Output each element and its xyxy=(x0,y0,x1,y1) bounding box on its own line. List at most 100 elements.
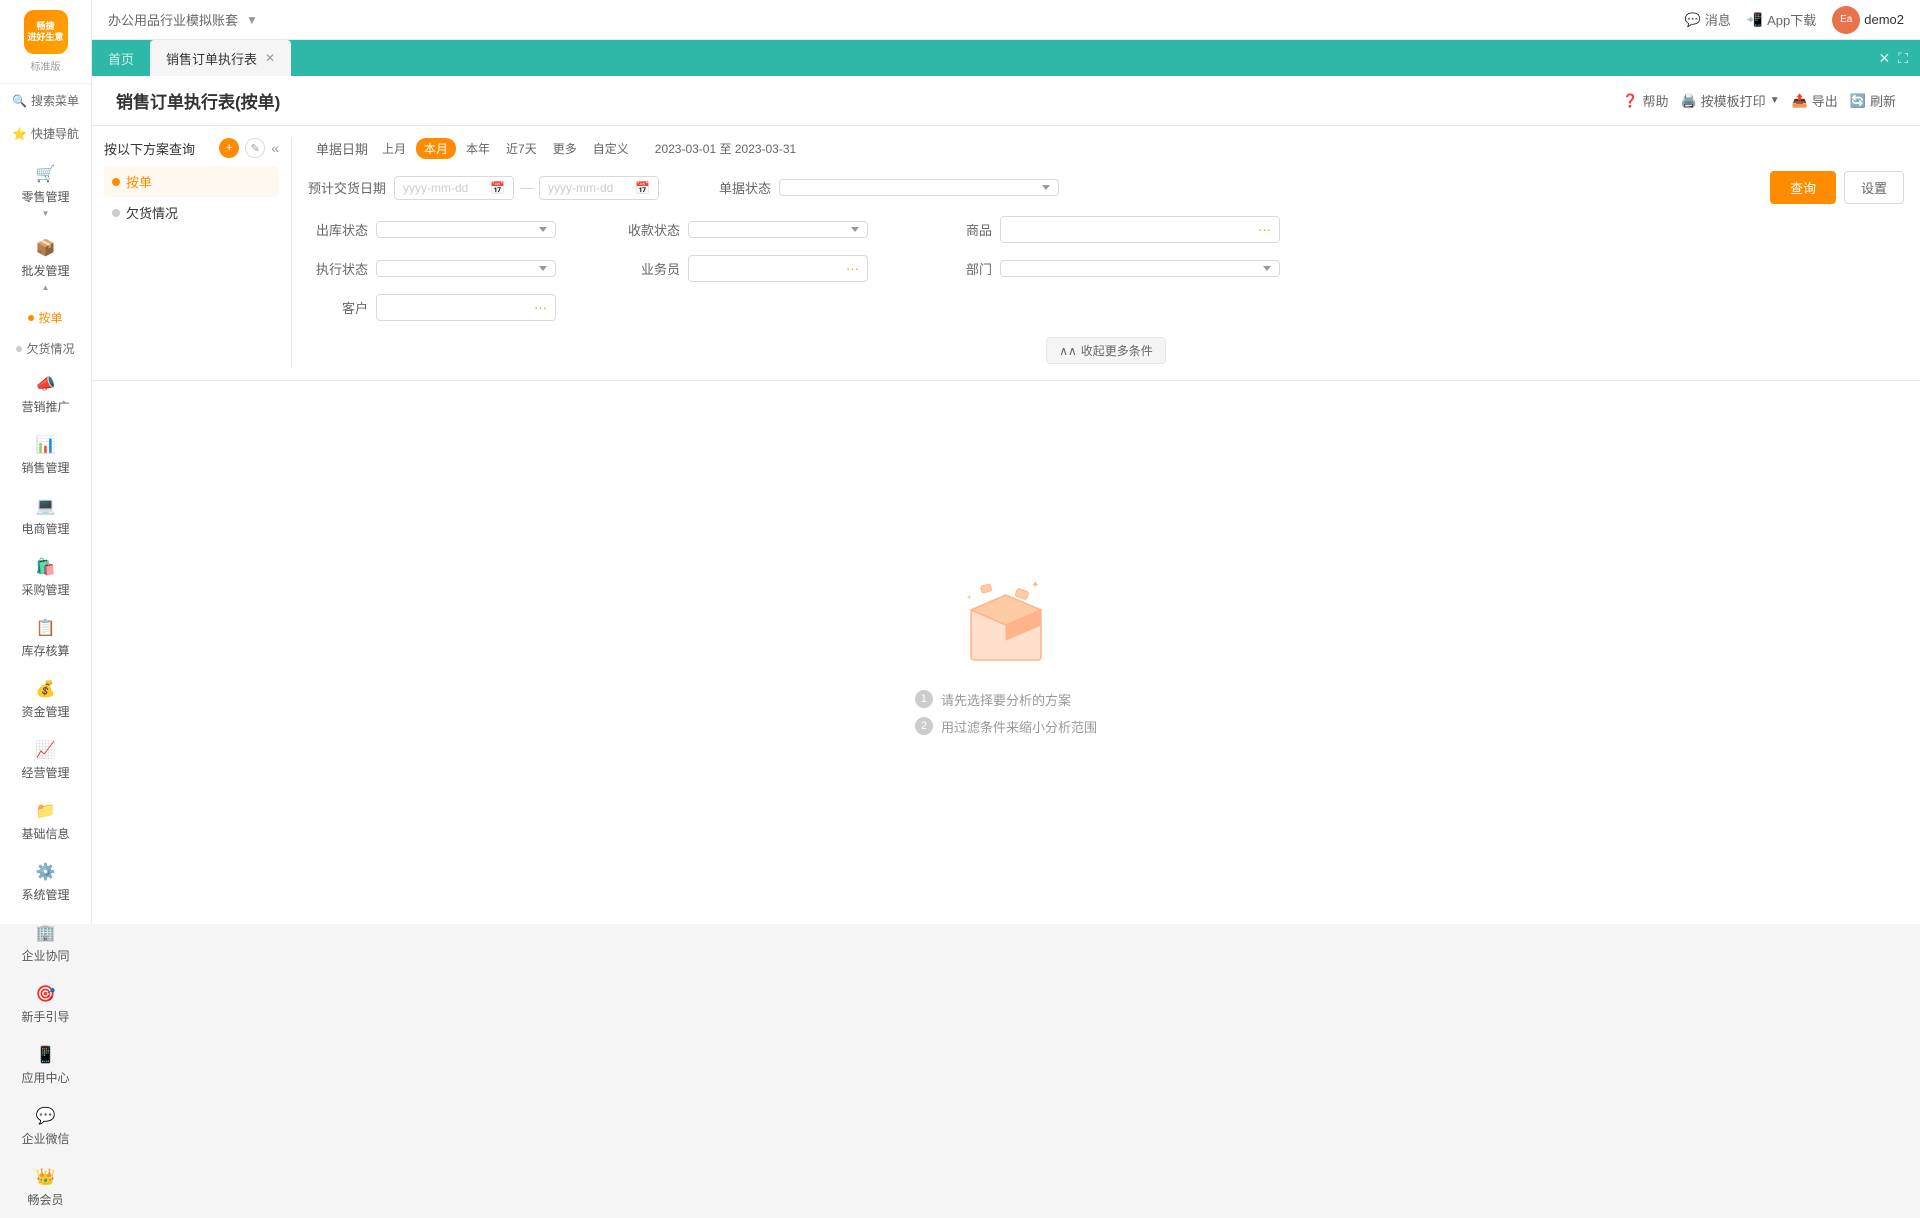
sidebar-item-enterprise[interactable]: 🏢 企业协同 xyxy=(0,913,91,974)
user-name: demo2 xyxy=(1864,12,1904,27)
tab-maximize-icon[interactable]: ⛶ xyxy=(1898,50,1908,67)
export-icon: 📤 xyxy=(1792,93,1808,109)
product-select[interactable]: ··· xyxy=(1000,216,1280,243)
filter-row-4: 执行状态 业务员 ··· 部门 xyxy=(308,255,1904,282)
filter-main: 单据日期 上月 本月 本年 近7天 更多 自定义 20 xyxy=(292,138,1920,368)
sidebar-item-wechat[interactable]: 💬 企业微信 xyxy=(0,1096,91,1157)
delivery-status-select[interactable] xyxy=(376,221,556,238)
content-area: 销售订单执行表(按单) ❓ 帮助 🖨️ 按模板打印 ▼ 📤 导出 🔄 刷新 xyxy=(92,76,1920,924)
expected-date-to[interactable]: yyyy-mm-dd 📅 xyxy=(539,176,659,200)
operation-icon: 📈 xyxy=(36,740,56,760)
status-select[interactable] xyxy=(779,179,1059,196)
export-label: 导出 xyxy=(1812,91,1838,110)
refresh-btn[interactable]: 🔄 刷新 xyxy=(1850,91,1896,110)
sidebar-item-basic[interactable]: 📁 基础信息 xyxy=(0,791,91,852)
nav-icon: ⭐ xyxy=(12,127,27,141)
sidebar-item-sales[interactable]: 📊 销售管理 xyxy=(0,425,91,486)
help-btn[interactable]: ❓ 帮助 xyxy=(1622,91,1668,110)
filter-collapse-btn[interactable]: « xyxy=(271,140,279,156)
sidebar-sub-item-debt[interactable]: 欠货情况 xyxy=(0,333,91,364)
page-title: 销售订单执行表(按单) xyxy=(116,88,280,113)
customer-select[interactable]: ··· xyxy=(376,294,556,321)
collapse-filter-btn[interactable]: ∧∧ 收起更多条件 xyxy=(1046,337,1166,364)
settings-button[interactable]: 设置 xyxy=(1844,171,1904,204)
sidebar-item-finance[interactable]: 💰 资金管理 xyxy=(0,669,91,730)
sidebar-quick-nav-item[interactable]: ⭐ 快捷导航 xyxy=(0,117,91,150)
expected-date-from-text: yyyy-mm-dd xyxy=(403,181,468,195)
sidebar-item-operation[interactable]: 📈 经营管理 xyxy=(0,730,91,791)
date-tab-last-month[interactable]: 上月 xyxy=(376,138,412,159)
tab-sales-exec-close[interactable]: ✕ xyxy=(265,51,275,65)
ecommerce-icon: 💻 xyxy=(36,496,56,516)
empty-tip-1: 1 请先选择要分析的方案 xyxy=(915,690,1097,709)
exec-status-select[interactable] xyxy=(376,260,556,277)
filter-sidebar-title: 按以下方案查询 xyxy=(104,139,195,158)
filter-add-btn[interactable]: + xyxy=(219,138,239,158)
payment-status-label: 收款状态 xyxy=(620,220,680,239)
salesperson-select[interactable]: ··· xyxy=(688,255,868,282)
tab-home[interactable]: 首页 xyxy=(92,40,150,76)
sidebar-search-item[interactable]: 🔍 搜索菜单 xyxy=(0,84,91,117)
expected-date-from[interactable]: yyyy-mm-dd 📅 xyxy=(394,176,514,200)
sidebar-item-member[interactable]: 👑 畅会员 xyxy=(0,1157,91,1218)
empty-state: ✦ ✦ 1 请先选择要分析的方案 2 用过滤条件来缩小分析范围 xyxy=(92,381,1920,924)
sidebar-item-marketing[interactable]: 📣 营销推广 xyxy=(0,364,91,425)
sidebar-item-system[interactable]: ⚙️ 系统管理 xyxy=(0,852,91,913)
sidebar-item-inventory-label: 库存核算 xyxy=(21,642,69,659)
date-tab-current-year[interactable]: 本年 xyxy=(460,138,496,159)
filter-edit-btn[interactable]: ✎ xyxy=(245,138,265,158)
wholesale-arrow-icon: ▲ xyxy=(42,283,50,292)
sidebar-item-retail[interactable]: 🛒 零售管理 ▼ xyxy=(0,154,91,228)
user-profile[interactable]: Ea demo2 xyxy=(1832,6,1904,34)
sidebar-search-label: 搜索菜单 xyxy=(31,92,79,109)
print-btn[interactable]: 🖨️ 按模板打印 ▼ xyxy=(1680,91,1779,110)
sub-item-order-label: 按单 xyxy=(38,309,62,326)
message-action[interactable]: 💬 消息 xyxy=(1685,10,1731,29)
filter-doc-status: 单据状态 xyxy=(711,178,1059,197)
breadcrumb-dropdown-icon[interactable]: ▼ xyxy=(246,13,258,27)
guide-icon: 🎯 xyxy=(36,984,56,1004)
sidebar-item-apps[interactable]: 📱 应用中心 xyxy=(0,1035,91,1096)
filter-salesperson: 业务员 ··· xyxy=(620,255,900,282)
filter-sidebar-header: 按以下方案查询 + ✎ « xyxy=(104,138,279,158)
department-dropdown-icon xyxy=(1263,266,1271,271)
filter-delivery-status: 出库状态 xyxy=(308,220,588,239)
filter-nav-debt[interactable]: 欠货情况 xyxy=(104,197,279,228)
department-select[interactable] xyxy=(1000,260,1280,277)
export-btn[interactable]: 📤 导出 xyxy=(1792,91,1838,110)
sidebar-item-basic-label: 基础信息 xyxy=(21,825,69,842)
sidebar-item-inventory[interactable]: 📋 库存核算 xyxy=(0,608,91,669)
date-tab-last7[interactable]: 近7天 xyxy=(500,138,543,159)
search-icon: 🔍 xyxy=(12,94,27,108)
sidebar-item-purchase[interactable]: 🛍️ 采购管理 xyxy=(0,547,91,608)
date-tab-current-month[interactable]: 本月 xyxy=(416,138,456,159)
app-download-icon: 📲 xyxy=(1747,12,1763,28)
help-icon: ❓ xyxy=(1622,93,1638,109)
filter-product: 商品 ··· xyxy=(932,216,1280,243)
tip-number-1: 1 xyxy=(915,690,933,708)
product-more-icon: ··· xyxy=(1258,222,1271,237)
wholesale-icon: 📦 xyxy=(36,238,56,258)
status-dropdown-icon xyxy=(1042,185,1050,190)
sidebar-item-guide[interactable]: 🎯 新手引导 xyxy=(0,974,91,1035)
filter-expected-date: 预计交货日期 yyyy-mm-dd 📅 — yyyy-mm-dd 📅 xyxy=(308,176,659,200)
date-tab-more[interactable]: 更多 xyxy=(547,138,583,159)
tab-sales-exec[interactable]: 销售订单执行表 ✕ xyxy=(150,40,291,76)
sales-icon: 📊 xyxy=(36,435,56,455)
date-tab-custom[interactable]: 自定义 xyxy=(587,138,635,159)
sidebar-item-wholesale[interactable]: 📦 批发管理 ▲ xyxy=(0,228,91,302)
delivery-status-label: 出库状态 xyxy=(308,220,368,239)
payment-status-select[interactable] xyxy=(688,221,868,238)
tab-close-all-icon[interactable]: ✕ xyxy=(1878,50,1890,67)
app-download-label: App下载 xyxy=(1767,10,1816,29)
search-button[interactable]: 查询 xyxy=(1770,171,1836,204)
message-label: 消息 xyxy=(1705,10,1731,29)
sidebar-sub-item-order[interactable]: 按单 xyxy=(0,302,91,333)
sidebar-item-apps-label: 应用中心 xyxy=(21,1069,69,1086)
app-download-action[interactable]: 📲 App下载 xyxy=(1747,10,1816,29)
sidebar-logo: 畅捷进好生意 标准版 xyxy=(0,0,91,84)
header-left: 办公用品行业模拟账套 ▼ xyxy=(108,10,258,29)
edit-icon: ✎ xyxy=(251,142,260,155)
sidebar-item-ecommerce[interactable]: 💻 电商管理 xyxy=(0,486,91,547)
filter-nav-order[interactable]: 按单 xyxy=(104,166,279,197)
